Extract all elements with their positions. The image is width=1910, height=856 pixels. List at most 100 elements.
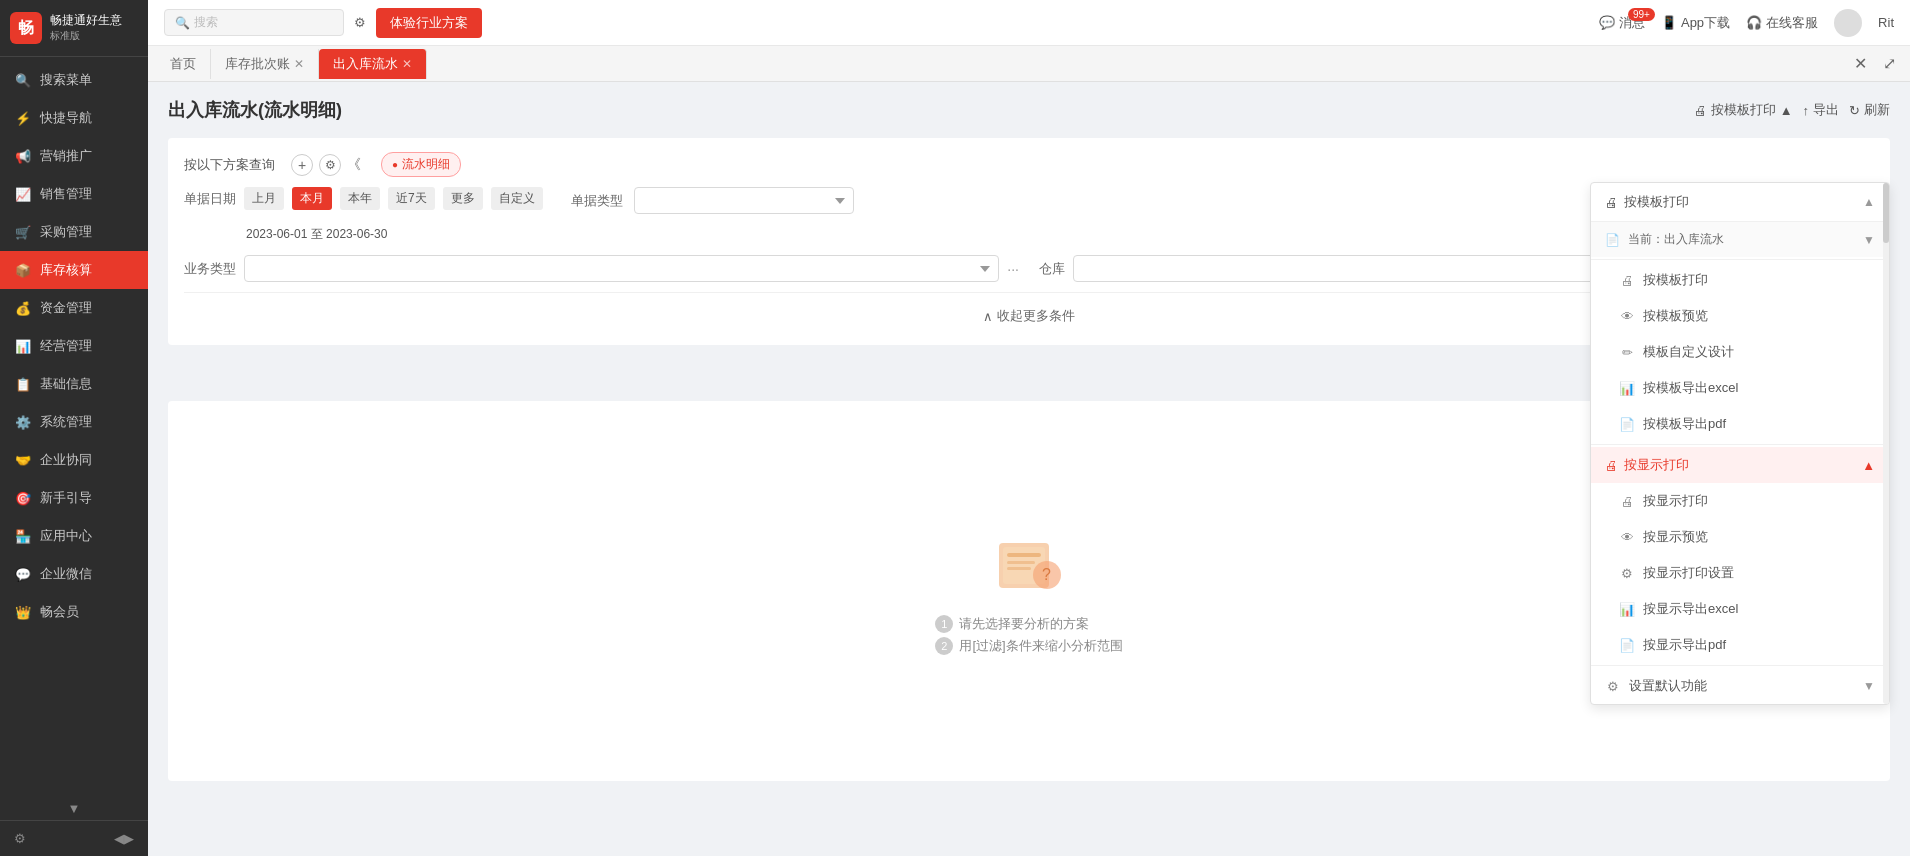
topbar-gear-icon[interactable]: ⚙: [354, 15, 366, 30]
step-num-2: 2: [935, 637, 953, 655]
display-pdf-list-icon: 📄: [1619, 637, 1635, 653]
biz-type-select[interactable]: [244, 255, 999, 282]
current-arrow-icon: ▼: [1863, 233, 1875, 247]
display-preview-list-icon: 👁: [1619, 529, 1635, 545]
topbar-search-box[interactable]: 🔍 搜索: [164, 9, 344, 36]
search-add-btn[interactable]: +: [291, 154, 313, 176]
display-preview-list-label: 按显示预览: [1643, 528, 1708, 546]
tab-flow-close-icon[interactable]: ✕: [402, 57, 412, 71]
headset-icon: 🎧: [1746, 15, 1762, 30]
search-placeholder: 搜索: [194, 14, 218, 31]
filter-custom[interactable]: 自定义: [491, 187, 543, 210]
tab-inventory-flow[interactable]: 出入库流水 ✕: [319, 49, 427, 79]
display-section-title: 🖨 按显示打印: [1605, 456, 1689, 474]
dropdown-item-template-excel[interactable]: 📊 按模板导出excel: [1591, 370, 1889, 406]
dropdown-header-arrow-up[interactable]: ▲: [1863, 195, 1875, 209]
search-settings-btn[interactable]: ⚙: [319, 154, 341, 176]
biz-type-more-icon[interactable]: ···: [1007, 261, 1019, 277]
sidebar-item-quick-nav[interactable]: ⚡ 快捷导航: [0, 99, 148, 137]
sidebar-item-guide[interactable]: 🎯 新手引导: [0, 479, 148, 517]
svg-rect-2: [1007, 553, 1041, 557]
refresh-btn[interactable]: ↻ 刷新: [1849, 101, 1890, 119]
divider-2: [1591, 444, 1889, 445]
filter-last-month[interactable]: 上月: [244, 187, 284, 210]
trial-btn[interactable]: 体验行业方案: [376, 8, 482, 38]
app-download-btn[interactable]: 📱 App下载: [1661, 14, 1730, 32]
date-label: 单据日期: [184, 190, 236, 208]
dropdown-current-row[interactable]: 📄 当前：出入库流水 ▼: [1591, 222, 1889, 257]
template-custom-list-label: 模板自定义设计: [1643, 343, 1734, 361]
search-header-row: 按以下方案查询 + ⚙ 《 ● 流水明细: [184, 152, 1874, 177]
tab-batch-account[interactable]: 库存批次账 ✕: [211, 49, 319, 79]
type-select[interactable]: [634, 187, 854, 214]
sidebar-item-inventory[interactable]: 📦 库存核算: [0, 251, 148, 289]
display-section-header[interactable]: 🖨 按显示打印 ▲: [1591, 447, 1889, 483]
dropdown-scrollbar-thumb[interactable]: [1883, 183, 1889, 243]
sidebar-item-search-menu[interactable]: 🔍 搜索菜单: [0, 61, 148, 99]
dropdown-header-title: 🖨 按模板打印: [1605, 193, 1689, 211]
tab-close-all-btn[interactable]: ✕: [1848, 52, 1873, 75]
flow-detail-tag[interactable]: ● 流水明细: [381, 152, 461, 177]
search-icon: 🔍: [175, 16, 190, 30]
filter-more[interactable]: 更多: [443, 187, 483, 210]
empty-steps-list: 1 请先选择要分析的方案 2 用[过滤]条件来缩小分析范围: [935, 615, 1122, 659]
app-badge: 标准版: [50, 29, 122, 43]
sidebar-item-corp-wechat[interactable]: 💬 企业微信: [0, 555, 148, 593]
sidebar-item-purchase[interactable]: 🛒 采购管理: [0, 213, 148, 251]
dropdown-item-template-custom[interactable]: ✏ 模板自定义设计: [1591, 334, 1889, 370]
search-collapse-btn[interactable]: 《: [347, 156, 361, 174]
sidebar-item-finance[interactable]: 💰 资金管理: [0, 289, 148, 327]
message-btn[interactable]: 💬 消息 99+: [1599, 14, 1645, 32]
sidebar-item-appstore[interactable]: 🏪 应用中心: [0, 517, 148, 555]
sidebar-item-basic[interactable]: 📋 基础信息: [0, 365, 148, 403]
dropdown-item-display-excel[interactable]: 📊 按显示导出excel: [1591, 591, 1889, 627]
sidebar-item-sales[interactable]: 📈 销售管理: [0, 175, 148, 213]
tab-expand-btn[interactable]: ⤢: [1877, 52, 1902, 75]
sidebar-item-label: 基础信息: [40, 375, 92, 393]
sidebar-item-label: 经营管理: [40, 337, 92, 355]
template-print-list-icon: 🖨: [1619, 272, 1635, 288]
filter-7days[interactable]: 近7天: [388, 187, 435, 210]
dropdown-current-label: 当前：出入库流水: [1628, 231, 1724, 248]
sidebar-item-vip[interactable]: 👑 畅会员: [0, 593, 148, 631]
sidebar-footer: ⚙ ◀▶: [0, 820, 148, 856]
dropdown-item-template-pdf[interactable]: 📄 按模板导出pdf: [1591, 406, 1889, 442]
export-icon: ↑: [1803, 103, 1810, 118]
sidebar-scroll-down[interactable]: ▼: [0, 797, 148, 820]
template-print-label: 按模板打印: [1711, 101, 1776, 119]
dropdown-item-display-print[interactable]: 🖨 按显示打印: [1591, 483, 1889, 519]
dropdown-scrollbar-track[interactable]: [1883, 183, 1889, 704]
sidebar-item-operation[interactable]: 📊 经营管理: [0, 327, 148, 365]
export-btn[interactable]: ↑ 导出: [1803, 101, 1840, 119]
topbar: 🔍 搜索 ⚙ 体验行业方案 💬 消息 99+ 📱 App下载 🎧 在线客服 Ri…: [148, 0, 1910, 46]
sidebar-item-label: 快捷导航: [40, 109, 92, 127]
sidebar-item-marketing[interactable]: 📢 营销推广: [0, 137, 148, 175]
tag-dot-icon: ●: [392, 159, 398, 170]
display-excel-list-icon: 📊: [1619, 601, 1635, 617]
template-pdf-list-icon: 📄: [1619, 416, 1635, 432]
dropdown-item-template-preview[interactable]: 👁 按模板预览: [1591, 298, 1889, 334]
sidebar-item-system[interactable]: ⚙️ 系统管理: [0, 403, 148, 441]
dropdown-item-display-pdf[interactable]: 📄 按显示导出pdf: [1591, 627, 1889, 663]
display-section-label: 按显示打印: [1624, 456, 1689, 474]
collapse-icon[interactable]: ◀▶: [114, 831, 134, 846]
display-excel-list-label: 按显示导出excel: [1643, 600, 1738, 618]
dropdown-item-display-preview[interactable]: 👁 按显示预览: [1591, 519, 1889, 555]
filter-this-month[interactable]: 本月: [292, 187, 332, 210]
online-service-btn[interactable]: 🎧 在线客服: [1746, 14, 1818, 32]
template-print-btn[interactable]: 🖨 按模板打印 ▲: [1694, 101, 1793, 119]
dropdown-item-display-print-settings[interactable]: ⚙ 按显示打印设置: [1591, 555, 1889, 591]
dropdown-footer-item[interactable]: ⚙ 设置默认功能 ▼: [1591, 668, 1889, 704]
tab-batch-close-icon[interactable]: ✕: [294, 57, 304, 71]
basic-icon: 📋: [14, 375, 32, 393]
collapse-conditions-btn[interactable]: ∧ 收起更多条件: [983, 301, 1075, 331]
user-avatar[interactable]: [1834, 9, 1862, 37]
tabbar-controls: ✕ ⤢: [1848, 52, 1902, 75]
filter-this-year[interactable]: 本年: [340, 187, 380, 210]
dropdown-item-template-print[interactable]: 🖨 按模板打印: [1591, 262, 1889, 298]
display-print-settings-list-label: 按显示打印设置: [1643, 564, 1734, 582]
settings-icon[interactable]: ⚙: [14, 831, 26, 846]
tab-home[interactable]: 首页: [156, 49, 211, 79]
sidebar-item-corp[interactable]: 🤝 企业协同: [0, 441, 148, 479]
display-section-arrow: ▲: [1862, 458, 1875, 473]
